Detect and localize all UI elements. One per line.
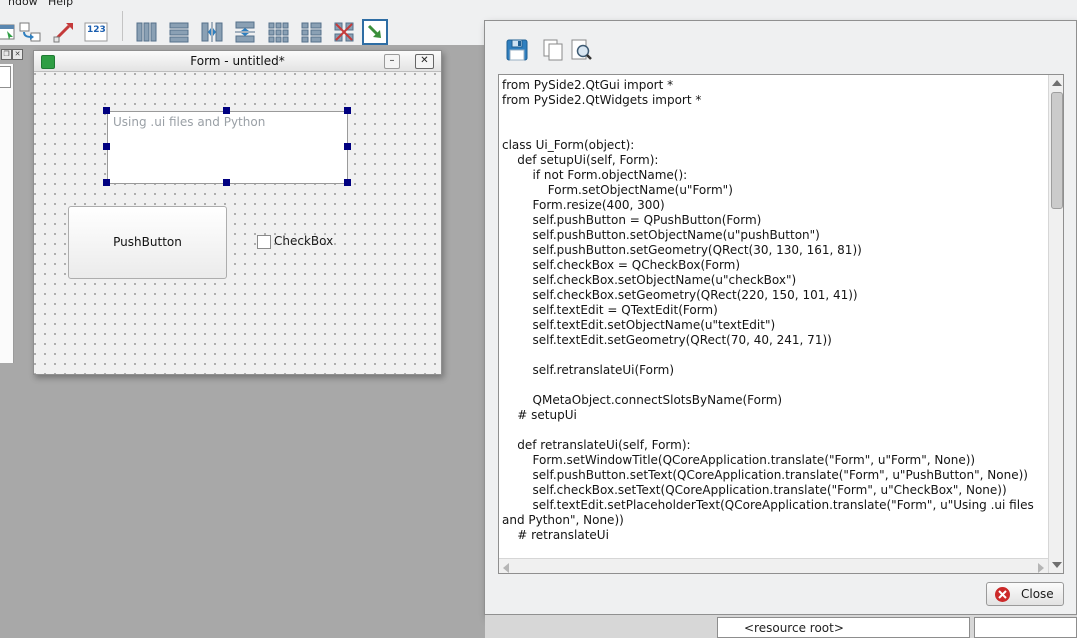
menu-help[interactable]: Help (48, 0, 73, 8)
edit-widgets-icon[interactable] (0, 20, 17, 44)
checkbox-box[interactable] (257, 235, 271, 249)
qt-designer-window: ndow Help 123 (0, 0, 1077, 638)
textedit-placeholder: Using .ui files and Python (113, 115, 265, 129)
break-layout-icon[interactable] (332, 20, 356, 44)
selection-handle-bottom-right[interactable] (344, 179, 351, 186)
lay-form-icon[interactable] (299, 20, 323, 44)
form-window-title: Form - untitled* (34, 54, 441, 68)
resource-browser-strip: <resource root> (485, 615, 1077, 638)
vertical-scrollbar[interactable] (1048, 75, 1063, 573)
edit-signals-slots-icon[interactable] (18, 20, 42, 44)
close-button-label: Close (1021, 587, 1054, 601)
close-window-button[interactable]: ✕ (415, 54, 434, 69)
selection-handle-bottom-center[interactable] (223, 179, 230, 186)
copy-icon[interactable] (541, 38, 565, 62)
lay-horizontally-splitter-icon[interactable] (200, 20, 224, 44)
widget-box-panel (0, 64, 14, 363)
find-icon[interactable] (569, 38, 593, 62)
selection-handle-mid-left[interactable] (103, 143, 110, 150)
edit-buddies-icon[interactable] (52, 20, 76, 44)
selection-handle-top-center[interactable] (223, 107, 230, 114)
resource-tree[interactable]: <resource root> (717, 617, 970, 638)
resource-root-item[interactable]: <resource root> (744, 621, 844, 635)
adjust-size-icon[interactable] (362, 19, 386, 43)
toolbar-separator (122, 11, 123, 41)
selection-handle-top-right[interactable] (344, 107, 351, 114)
horizontal-scrollbar[interactable] (499, 558, 1048, 573)
lay-vertically-splitter-icon[interactable] (233, 20, 257, 44)
lay-grid-icon[interactable] (266, 20, 290, 44)
lay-vertically-icon[interactable] (167, 20, 191, 44)
tab-order-label: 123 (87, 25, 106, 35)
menu-window[interactable]: ndow (8, 0, 38, 8)
minimize-button[interactable]: – (384, 54, 400, 69)
form-canvas[interactable]: Using .ui files and Python PushButton Ch… (34, 72, 441, 374)
lay-horizontally-icon[interactable] (134, 20, 158, 44)
scroll-left-icon[interactable] (503, 563, 509, 573)
pushbutton-widget[interactable]: PushButton (68, 206, 227, 279)
checkbox-label: CheckBox (274, 234, 333, 248)
scroll-down-icon[interactable] (1052, 562, 1062, 568)
vertical-scrollbar-thumb[interactable] (1051, 92, 1063, 209)
code-view[interactable]: from PySide2.QtGui import * from PySide2… (498, 74, 1064, 574)
close-icon (995, 587, 1010, 602)
form-editor-window: Form - untitled* – ✕ Using .ui files and… (33, 50, 442, 375)
selection-handle-top-left[interactable] (103, 107, 110, 114)
menubar: ndow Help (0, 0, 1077, 8)
textedit-widget[interactable]: Using .ui files and Python (107, 111, 348, 184)
selection-handle-mid-right[interactable] (344, 143, 351, 150)
scroll-up-icon[interactable] (1052, 80, 1062, 86)
widget-box-filter-input[interactable] (0, 66, 11, 88)
dock-close-icon[interactable]: ✕ (12, 49, 23, 60)
save-icon[interactable] (505, 38, 529, 62)
dock-float-icon[interactable]: ❐ (1, 49, 12, 60)
selection-handle-bottom-left[interactable] (103, 179, 110, 186)
code-preview-dialog: from PySide2.QtGui import * from PySide2… (484, 20, 1077, 615)
close-dialog-button[interactable]: Close (986, 582, 1064, 606)
edit-tab-order-icon[interactable]: 123 (84, 20, 108, 44)
form-window-titlebar[interactable]: Form - untitled* – ✕ (34, 51, 441, 72)
resource-preview-pane[interactable] (974, 617, 1077, 638)
code-text[interactable]: from PySide2.QtGui import * from PySide2… (502, 78, 1046, 543)
scroll-right-icon[interactable] (1038, 563, 1044, 573)
